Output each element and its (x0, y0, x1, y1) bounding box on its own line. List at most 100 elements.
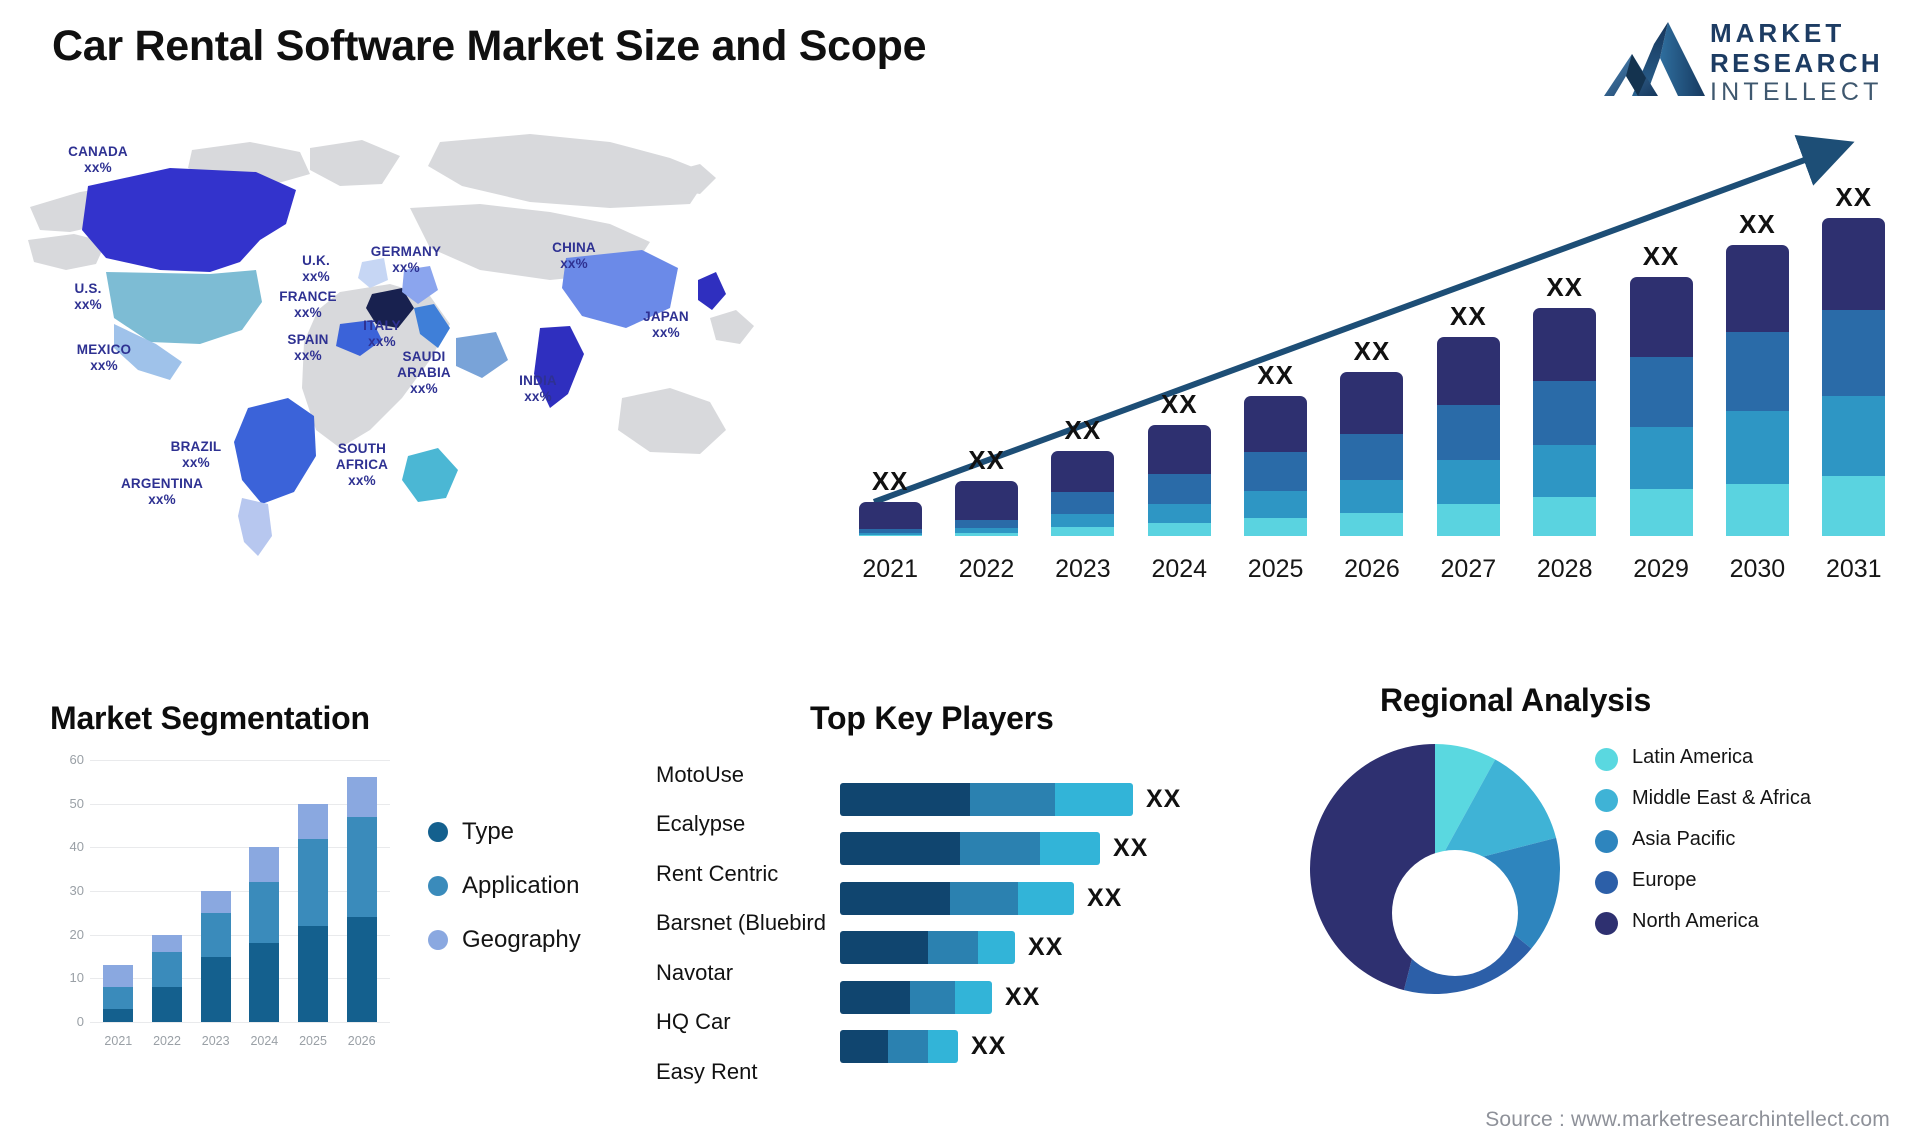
segmentation-x-label: 2023 (201, 1034, 230, 1048)
segmentation-column (191, 760, 240, 1022)
segmentation-bar-segment (103, 965, 134, 988)
forecast-bar-segment (1436, 504, 1500, 536)
forecast-bar-chart: XX XX XX XX XX XX XX XX XX XX XX 2021 2022 2023 2024 2… (832, 120, 1912, 590)
forecast-year-label: 2025 (1247, 555, 1304, 583)
forecast-value-label: XX (1835, 182, 1873, 212)
player-name: MotoUse (656, 761, 745, 787)
map-label-name: ARGENTINA (120, 476, 204, 491)
forecast-bar-segment (1436, 337, 1500, 405)
map-label-name: CANADA (68, 144, 128, 159)
map-label-value: xx% (652, 324, 680, 340)
player-bar-segment (950, 881, 1018, 915)
forecast-bar-segment (858, 502, 922, 530)
forecast-bar-segment (1725, 483, 1789, 536)
map-label-name: U.K. (302, 253, 330, 268)
segmentation-column (143, 760, 192, 1022)
forecast-value-label: XX (1353, 335, 1391, 366)
legend-label: Middle East & Africa (1632, 787, 1811, 809)
forecast-bar-segment (1533, 497, 1597, 536)
player-bar-wrap: XX (840, 980, 1300, 1014)
segmentation-y-tick: 30 (69, 883, 84, 898)
player-value-label: XX (971, 1032, 1007, 1061)
segmentation-title: Market Segmentation (50, 700, 370, 736)
segmentation-x-label: 2022 (153, 1034, 181, 1048)
regional-title: Regional Analysis (1380, 682, 1652, 718)
segmentation-bar (346, 760, 377, 1022)
world-map: CANADA xx% U.S. xx% MEXICO xx% BRAZIL xx% ARGENT… (10, 112, 830, 562)
map-label-value: xx% (348, 472, 376, 488)
forecast-bar-segment (1533, 381, 1597, 445)
segmentation-y-tick: 10 (69, 970, 84, 986)
legend-color-dot (428, 876, 448, 896)
segmentation-bar-segment (346, 816, 377, 918)
player-bar-segment (910, 980, 955, 1014)
legend-label: Application (462, 872, 580, 899)
segmentation-legend-item: Type (428, 818, 581, 846)
player-bar-segment (888, 1030, 928, 1064)
forecast-bar (1147, 424, 1211, 536)
forecast-bar (858, 502, 922, 536)
forecast-bar-segment (1629, 357, 1693, 428)
forecast-value-label: XX (1449, 301, 1487, 332)
player-name: HQ Car (656, 1009, 731, 1035)
forecast-value-label: XX (1160, 388, 1198, 419)
forecast-bar-segment (1051, 513, 1115, 527)
legend-color-dot (1595, 830, 1618, 853)
regional-legend-item: North America (1595, 910, 1811, 935)
player-bar-segment (960, 832, 1040, 866)
legend-label: Geography (462, 926, 581, 953)
player-name: Barsnet (Bluebird (656, 910, 826, 936)
player-bar-segment (955, 980, 992, 1014)
forecast-bar-segment (1436, 460, 1500, 505)
player-value-label: XX (1146, 784, 1182, 813)
donut-hole (1392, 850, 1518, 976)
player-bar (840, 1030, 958, 1064)
map-country-argentina (238, 498, 272, 556)
forecast-bar-segment (1533, 444, 1597, 498)
segmentation-bar-segment (200, 891, 231, 913)
forecast-bar-segment (1629, 427, 1693, 490)
forecast-year-label: 2027 (1440, 555, 1497, 583)
map-label-u-s: U.S. xx% (74, 281, 102, 313)
player-value-label: XX (1087, 883, 1123, 912)
map-label-india: INDIA xx% (519, 373, 557, 405)
map-label-south-africa: SOUTH AFRICA xx% (336, 441, 388, 489)
map-label-u-k: U.K. xx% (302, 253, 330, 285)
map-label-name: MEXICO (76, 342, 132, 357)
forecast-bar-segment (1147, 473, 1211, 504)
forecast-bar-segment (955, 532, 1019, 536)
segmentation-bar (298, 760, 329, 1022)
segmentation-column (337, 760, 386, 1022)
map-label-value: xx% (90, 357, 118, 373)
player-bar-segment (840, 782, 970, 816)
legend-color-dot (428, 930, 448, 950)
map-country-saudi-arabia (456, 332, 508, 378)
forecast-column: XX (1324, 176, 1420, 536)
forecast-bar (1725, 244, 1789, 537)
segmentation-legend-item: Geography (428, 926, 581, 954)
player-bar-segment (840, 980, 910, 1014)
segmentation-bar-segment (298, 925, 329, 1022)
player-name: Easy Rent (656, 1058, 758, 1084)
forecast-column: XX (1709, 176, 1805, 536)
map-label-value: xx% (368, 333, 396, 349)
segmentation-bar (200, 760, 231, 1022)
player-name: Rent Centric (656, 860, 779, 886)
map-label-name: SOUTH (337, 441, 387, 456)
source-note: Source : www.marketresearchintellect.com (1485, 1108, 1890, 1131)
forecast-year-label: 2030 (1729, 555, 1786, 583)
player-value-label: XX (1005, 982, 1041, 1011)
regional-legend-item: Europe (1595, 869, 1811, 894)
forecast-column: XX (1517, 176, 1613, 536)
forecast-bar-segment (1436, 404, 1500, 461)
forecast-bars: XX XX XX XX XX XX XX XX XX XX XX (842, 176, 1902, 536)
player-bar-segment (840, 832, 960, 866)
segmentation-bar-segment (346, 917, 377, 1022)
forecast-bar-segment (1725, 244, 1789, 332)
legend-color-dot (1595, 748, 1618, 771)
map-label-name: U.S. (74, 281, 102, 296)
forecast-bar-segment (1244, 517, 1308, 536)
segmentation-y-tick: 0 (76, 1014, 84, 1029)
forecast-bar-segment (1340, 512, 1404, 536)
forecast-value-label: XX (1642, 241, 1680, 272)
